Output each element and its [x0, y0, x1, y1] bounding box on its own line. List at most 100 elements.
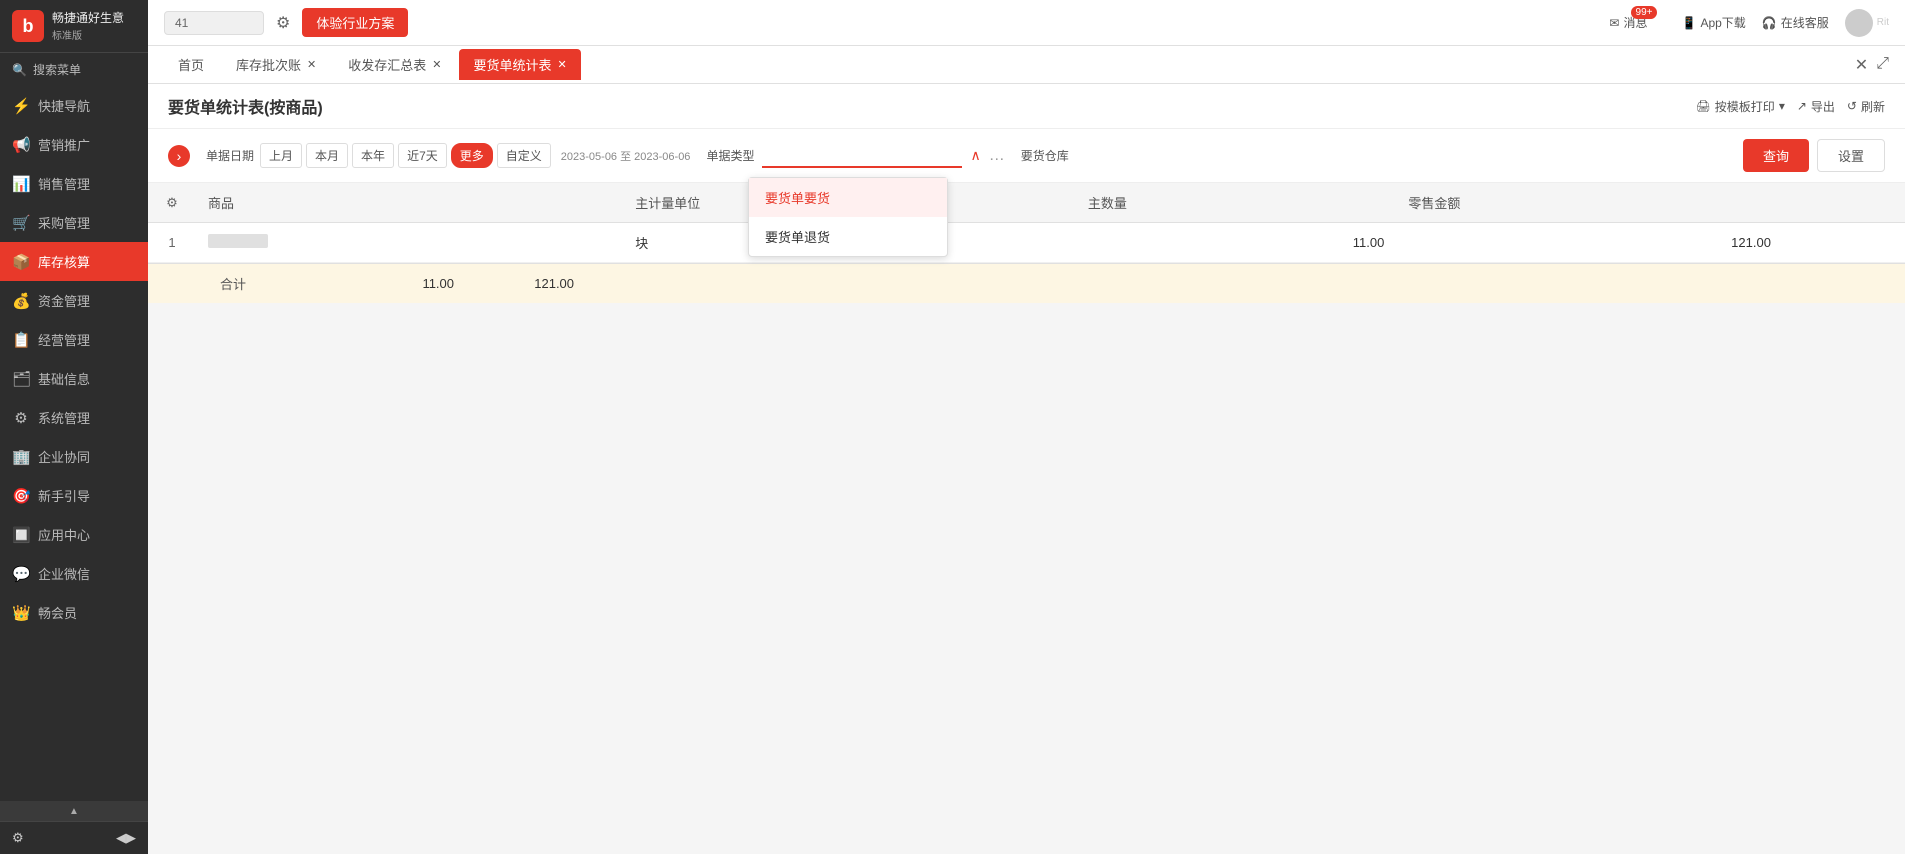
col-header-extra	[1783, 183, 1905, 223]
tab-inventory-batch[interactable]: 库存批次账 ✕	[222, 49, 330, 80]
nav-icon-system: ⚙	[12, 409, 30, 427]
date-filter-group: 单据日期 上月 本月 本年 近7天 更多 自定义 2023-05-06 至 20…	[206, 143, 690, 168]
nav-icon-guide: 🎯	[12, 487, 30, 505]
col-header-quantity: 主数量	[1076, 183, 1396, 223]
sidebar-item-apps[interactable]: 🔲 应用中心	[0, 515, 148, 554]
sidebar-search[interactable]: 🔍 搜索菜单	[0, 53, 148, 86]
sidebar-item-inventory[interactable]: 📦 库存核算	[0, 242, 148, 281]
trial-button[interactable]: 体验行业方案	[302, 8, 408, 37]
table-cell-product	[196, 223, 623, 263]
online-service-item[interactable]: 🎧 在线客服	[1762, 14, 1829, 31]
sidebar: b 畅捷通好生意 标准版 🔍 搜索菜单 ⚡ 快捷导航 📢 营销推广 📊 销售管理…	[0, 0, 148, 854]
search-icon: 🔍	[12, 63, 27, 77]
sidebar-item-system[interactable]: ⚙ 系统管理	[0, 398, 148, 437]
sidebar-item-sales[interactable]: 📊 销售管理	[0, 164, 148, 203]
dropdown-item-order-return[interactable]: 要货单退货	[749, 217, 947, 256]
nav-icon-sales: 📊	[12, 175, 30, 193]
tab-receivable-summary[interactable]: 收发存汇总表 ✕	[334, 49, 455, 80]
user-avatar	[1845, 9, 1873, 37]
topbar-settings-icon[interactable]: ⚙	[276, 13, 290, 33]
tab-close-order-summary[interactable]: ✕	[558, 58, 567, 71]
sidebar-toggle-icon[interactable]: ◀▶	[116, 830, 136, 846]
table-cell-sale-amount: 121.00	[1396, 223, 1783, 263]
date-btn-last-7days[interactable]: 近7天	[398, 143, 447, 168]
footer-sale-amount: 121.00	[466, 276, 586, 291]
tab-order-summary[interactable]: 要货单统计表 ✕	[459, 49, 580, 80]
refresh-icon: ↺	[1847, 99, 1857, 113]
type-dropdown: 要货单要货 要货单退货	[748, 177, 948, 257]
table-header-row: ⚙ 商品 主计量单位 主数量 零售金额	[148, 183, 1905, 223]
sidebar-item-guide[interactable]: 🎯 新手引导	[0, 476, 148, 515]
type-dropdown-chevron[interactable]: ∧	[970, 147, 980, 164]
sidebar-settings-icon[interactable]: ⚙	[12, 830, 24, 846]
window-controls: ✕ ⤢	[1855, 55, 1889, 75]
data-table-container: ⚙ 商品 主计量单位 主数量 零售金额 1	[148, 183, 1905, 263]
footer-totals: 11.00 121.00	[266, 276, 586, 291]
date-btn-last-month[interactable]: 上月	[260, 143, 302, 168]
messages-item[interactable]: ✉ 消息 99+	[1609, 14, 1647, 31]
page-title: 要货单统计表(按商品)	[168, 94, 323, 118]
sidebar-item-quick-nav[interactable]: ⚡ 快捷导航	[0, 86, 148, 125]
nav-icon-basic: 🗂	[12, 370, 30, 388]
sidebar-collapse-button[interactable]: ▲	[0, 801, 148, 821]
filter-expand-button[interactable]: ›	[168, 145, 190, 167]
col-header-product: 商品	[196, 183, 623, 223]
sidebar-item-purchase[interactable]: 🛒 采购管理	[0, 203, 148, 242]
date-btn-this-year[interactable]: 本年	[352, 143, 394, 168]
messages-icon: ✉	[1609, 16, 1619, 30]
table-cell-extra	[1783, 223, 1905, 263]
sidebar-bottom: ⚙ ◀▶	[0, 821, 148, 854]
date-filter-label: 单据日期	[206, 147, 254, 164]
sidebar-item-wechat[interactable]: 💬 企业微信	[0, 554, 148, 593]
app-download-item[interactable]: 📱 App下载	[1681, 14, 1745, 31]
nav-icon-finance: 💰	[12, 292, 30, 310]
table-footer: 合计 11.00 121.00	[148, 263, 1905, 303]
print-template-button[interactable]: 🖨 按模板打印 ▾	[1696, 98, 1785, 115]
topbar-left: ⚙ 体验行业方案	[164, 8, 408, 37]
sidebar-item-operation[interactable]: 📋 经营管理	[0, 320, 148, 359]
topbar-search-input[interactable]	[164, 11, 264, 35]
filter-settings-button[interactable]: 设置	[1817, 139, 1885, 172]
window-expand-icon[interactable]: ⤢	[1876, 55, 1889, 75]
messages-badge: 99+	[1631, 6, 1658, 19]
query-button[interactable]: 查询	[1743, 139, 1809, 172]
sidebar-item-marketing[interactable]: 📢 营销推广	[0, 125, 148, 164]
tab-close-receivable-summary[interactable]: ✕	[432, 58, 441, 71]
sidebar-item-basic[interactable]: 🗂 基础信息	[0, 359, 148, 398]
type-filter-label: 单据类型	[706, 147, 754, 164]
page-content: 要货单统计表(按商品) 🖨 按模板打印 ▾ ↗ 导出 ↺ 刷新 ›	[148, 84, 1905, 854]
warehouse-filter-label: 要货仓库	[1021, 147, 1069, 164]
type-more-icon[interactable]: …	[989, 147, 1005, 165]
sidebar-item-member[interactable]: 👑 畅会员	[0, 593, 148, 632]
type-filter-group: 单据类型 ∧ …	[706, 143, 1004, 168]
refresh-button[interactable]: ↺ 刷新	[1847, 98, 1885, 115]
table-settings-icon[interactable]: ⚙	[166, 195, 178, 210]
date-btn-more[interactable]: 更多	[451, 143, 493, 168]
col-header-sale-amount: 零售金额	[1396, 183, 1783, 223]
tab-close-inventory-batch[interactable]: ✕	[307, 58, 316, 71]
nav-icon-marketing: 📢	[12, 136, 30, 154]
user-avatar-item[interactable]: Rit	[1845, 9, 1889, 37]
date-range-display: 2023-05-06 至 2023-06-06	[561, 148, 691, 164]
window-close-icon[interactable]: ✕	[1855, 55, 1868, 75]
warehouse-filter-group: 要货仓库	[1021, 147, 1069, 164]
date-btn-custom[interactable]: 自定义	[497, 143, 551, 168]
date-btn-this-month[interactable]: 本月	[306, 143, 348, 168]
print-icon: 🖨	[1696, 99, 1711, 113]
tab-home[interactable]: 首页	[164, 49, 218, 80]
nav-icon-member: 👑	[12, 604, 30, 622]
date-buttons: 上月 本月 本年 近7天 更多 自定义	[260, 143, 551, 168]
table-row: 1 块 11.00 121.00	[148, 223, 1905, 263]
app-name: 畅捷通好生意 标准版	[52, 10, 124, 42]
topbar-right: ✉ 消息 99+ 📱 App下载 🎧 在线客服 Rit	[1609, 9, 1889, 37]
export-button[interactable]: ↗ 导出	[1797, 98, 1835, 115]
export-icon: ↗	[1797, 99, 1807, 113]
type-filter-input[interactable]	[762, 143, 962, 168]
page-actions: 🖨 按模板打印 ▾ ↗ 导出 ↺ 刷新	[1696, 98, 1885, 115]
sidebar-item-finance[interactable]: 💰 资金管理	[0, 281, 148, 320]
sidebar-item-enterprise[interactable]: 🏢 企业协同	[0, 437, 148, 476]
nav-icon-quick: ⚡	[12, 97, 30, 115]
dropdown-item-order-goods[interactable]: 要货单要货	[749, 178, 947, 217]
col-header-settings: ⚙	[148, 183, 196, 223]
online-service-icon: 🎧	[1762, 16, 1777, 30]
